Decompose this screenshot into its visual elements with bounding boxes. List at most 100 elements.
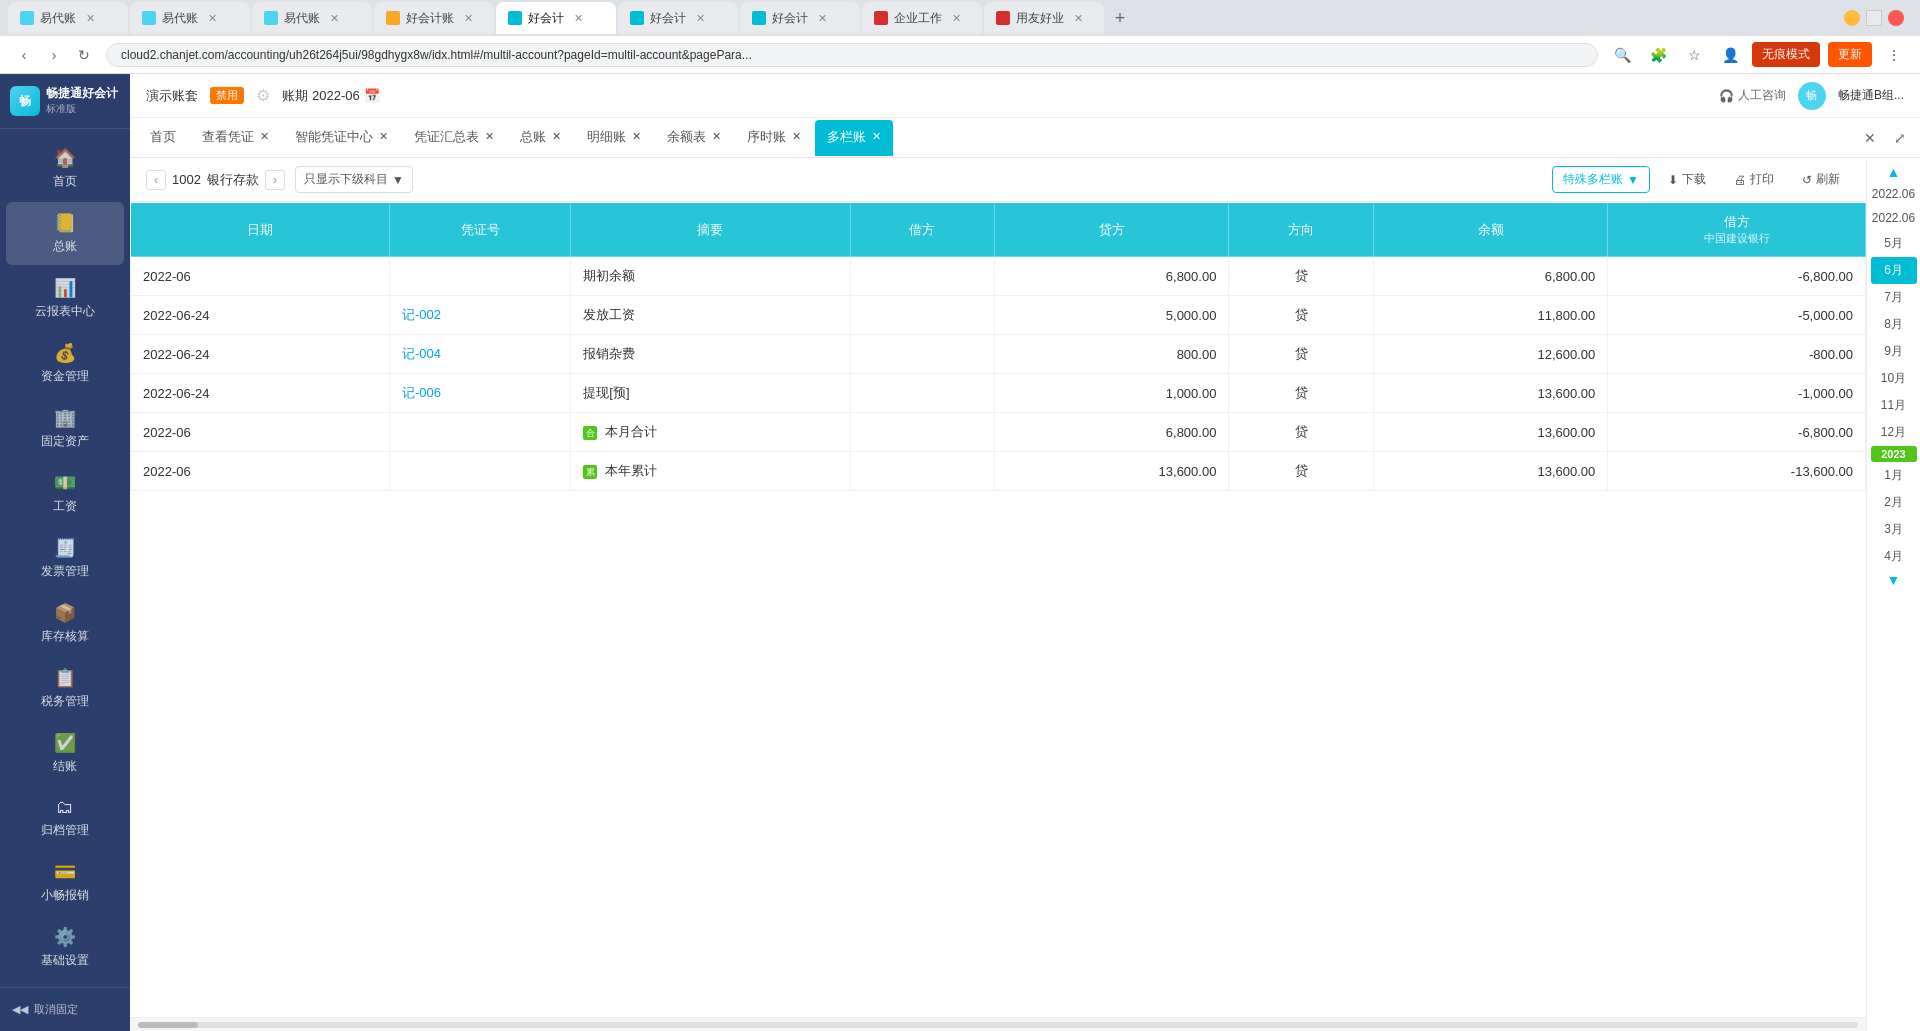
tab-voucher-summary[interactable]: 凭证汇总表 ✕ [402,120,506,156]
tab-voucher-summary-close[interactable]: ✕ [485,130,494,143]
settings-gear-icon[interactable]: ⚙ [256,86,270,105]
sidebar-item-home[interactable]: 🏠 首页 [6,137,124,200]
horizontal-scrollbar[interactable] [130,1017,1866,1031]
profile-icon[interactable]: 👤 [1716,41,1744,69]
maximize-button[interactable] [1866,10,1882,26]
month-item-9[interactable]: 9月 [1871,338,1917,365]
tab-close-6[interactable]: ✕ [696,12,705,25]
tab-close-7[interactable]: ✕ [818,12,827,25]
month-scroll-up-button[interactable]: ▲ [1882,162,1906,182]
table-row: 2022-06-24 记-006 提现[预] 1,000.00 贷 13,600… [131,374,1866,413]
tab-home[interactable]: 首页 [138,120,188,156]
tab-balance-close[interactable]: ✕ [712,130,721,143]
sidebar-item-settle[interactable]: ✅ 结账 [6,722,124,785]
month-item-7[interactable]: 7月 [1871,284,1917,311]
sidebar-item-fund[interactable]: 💰 资金管理 [6,332,124,395]
tab-smart-close[interactable]: ✕ [379,130,388,143]
month-item-2023-4[interactable]: 4月 [1871,543,1917,570]
browser-tab-8[interactable]: 企业工作 ✕ [862,2,982,34]
tab-general-ledger[interactable]: 总账 ✕ [508,120,573,156]
tab-close-4[interactable]: ✕ [464,12,473,25]
extension-icon[interactable]: 🧩 [1644,41,1672,69]
voucher-link[interactable]: 记-006 [402,385,441,400]
url-input[interactable]: cloud2.chanjet.com/accounting/uh26t264j5… [106,43,1598,67]
month-item-2023-1[interactable]: 1月 [1871,462,1917,489]
sidebar-item-archive[interactable]: 🗂 归档管理 [6,787,124,849]
download-button[interactable]: ⬇ 下载 [1658,167,1716,192]
tab-close-2[interactable]: ✕ [208,12,217,25]
sub-account-filter[interactable]: 只显示下级科目 ▼ [295,166,413,193]
sidebar-item-settings[interactable]: ⚙️ 基础设置 [6,916,124,979]
month-item-5[interactable]: 5月 [1871,230,1917,257]
tab-voucher-close[interactable]: ✕ [260,130,269,143]
account-code: 1002 [172,172,201,187]
sidebar-item-invoice[interactable]: 🧾 发票管理 [6,527,124,590]
expand-panel-button[interactable]: ⤢ [1888,126,1912,150]
month-item-10[interactable]: 10月 [1871,365,1917,392]
tab-favicon-2 [142,11,156,25]
browser-tab-4[interactable]: 好会计账 ✕ [374,2,494,34]
tab-multicolumn[interactable]: 多栏账 ✕ [815,120,893,156]
month-item-6[interactable]: 6月 [1871,257,1917,284]
calendar-icon[interactable]: 📅 [364,88,380,103]
tab-detail[interactable]: 明细账 ✕ [575,120,653,156]
month-scroll-down-button[interactable]: ▼ [1882,570,1906,590]
tab-voucher[interactable]: 查看凭证 ✕ [190,120,281,156]
month-item-2023-3[interactable]: 3月 [1871,516,1917,543]
pin-toggle[interactable]: ◀◀ 取消固定 [8,996,122,1023]
month-item-12[interactable]: 12月 [1871,419,1917,446]
browser-tab-5[interactable]: 好会计 ✕ [496,2,616,34]
new-tab-button[interactable]: + [1106,4,1134,32]
star-icon[interactable]: ☆ [1680,41,1708,69]
voucher-link[interactable]: 记-004 [402,346,441,361]
tab-close-5[interactable]: ✕ [574,12,583,25]
sidebar-item-inventory[interactable]: 📦 库存核算 [6,592,124,655]
back-button[interactable]: ‹ [12,43,36,67]
browser-tab-2[interactable]: 易代账 ✕ [130,2,250,34]
update-button[interactable]: 更新 [1828,42,1872,67]
voucher-link[interactable]: 记-002 [402,307,441,322]
browser-tab-1[interactable]: 易代账 ✕ [8,2,128,34]
reload-button[interactable]: ↻ [72,43,96,67]
special-multicolumn-button[interactable]: 特殊多栏账 ▼ [1552,166,1650,193]
browser-tab-6[interactable]: 好会计 ✕ [618,2,738,34]
tab-smart-voucher[interactable]: 智能凭证中心 ✕ [283,120,400,156]
sidebar-item-ledger[interactable]: 📒 总账 [6,202,124,265]
next-account-button[interactable]: › [265,170,285,190]
close-panel-button[interactable]: ✕ [1858,126,1882,150]
browser-tab-7[interactable]: 好会计 ✕ [740,2,860,34]
close-button[interactable] [1888,10,1904,26]
sidebar-item-salary[interactable]: 💵 工资 [6,462,124,525]
tab-close-1[interactable]: ✕ [86,12,95,25]
tab-general-close[interactable]: ✕ [552,130,561,143]
tab-sequence-close[interactable]: ✕ [792,130,801,143]
tab-balance[interactable]: 余额表 ✕ [655,120,733,156]
sidebar-item-expense[interactable]: 💳 小畅报销 [6,851,124,914]
scroll-thumb[interactable] [138,1022,198,1028]
prev-account-button[interactable]: ‹ [146,170,166,190]
month-item-8[interactable]: 8月 [1871,311,1917,338]
print-button[interactable]: 🖨 打印 [1724,167,1784,192]
tab-sequence[interactable]: 序时账 ✕ [735,120,813,156]
search-icon[interactable]: 🔍 [1608,41,1636,69]
sidebar-item-report[interactable]: 📊 云报表中心 [6,267,124,330]
user-service-button[interactable]: 🎧 人工咨询 [1719,87,1786,104]
forward-button[interactable]: › [42,43,66,67]
no-trace-button[interactable]: 无痕模式 [1752,42,1820,67]
sidebar-item-asset[interactable]: 🏢 固定资产 [6,397,124,460]
tab-detail-close[interactable]: ✕ [632,130,641,143]
browser-tab-9[interactable]: 用友好业 ✕ [984,2,1104,34]
tab-close-3[interactable]: ✕ [330,12,339,25]
month-item-11[interactable]: 11月 [1871,392,1917,419]
tab-close-8[interactable]: ✕ [952,12,961,25]
tab-multicolumn-close[interactable]: ✕ [872,130,881,143]
tab-close-9[interactable]: ✕ [1074,12,1083,25]
tab-nav-actions: ✕ ⤢ [1858,126,1912,150]
tab-label-2: 易代账 [162,10,198,27]
minimize-button[interactable] [1844,10,1860,26]
refresh-button[interactable]: ↺ 刷新 [1792,167,1850,192]
month-item-2023-2[interactable]: 2月 [1871,489,1917,516]
sidebar-item-tax[interactable]: 📋 税务管理 [6,657,124,720]
browser-tab-3[interactable]: 易代账 ✕ [252,2,372,34]
menu-icon[interactable]: ⋮ [1880,41,1908,69]
